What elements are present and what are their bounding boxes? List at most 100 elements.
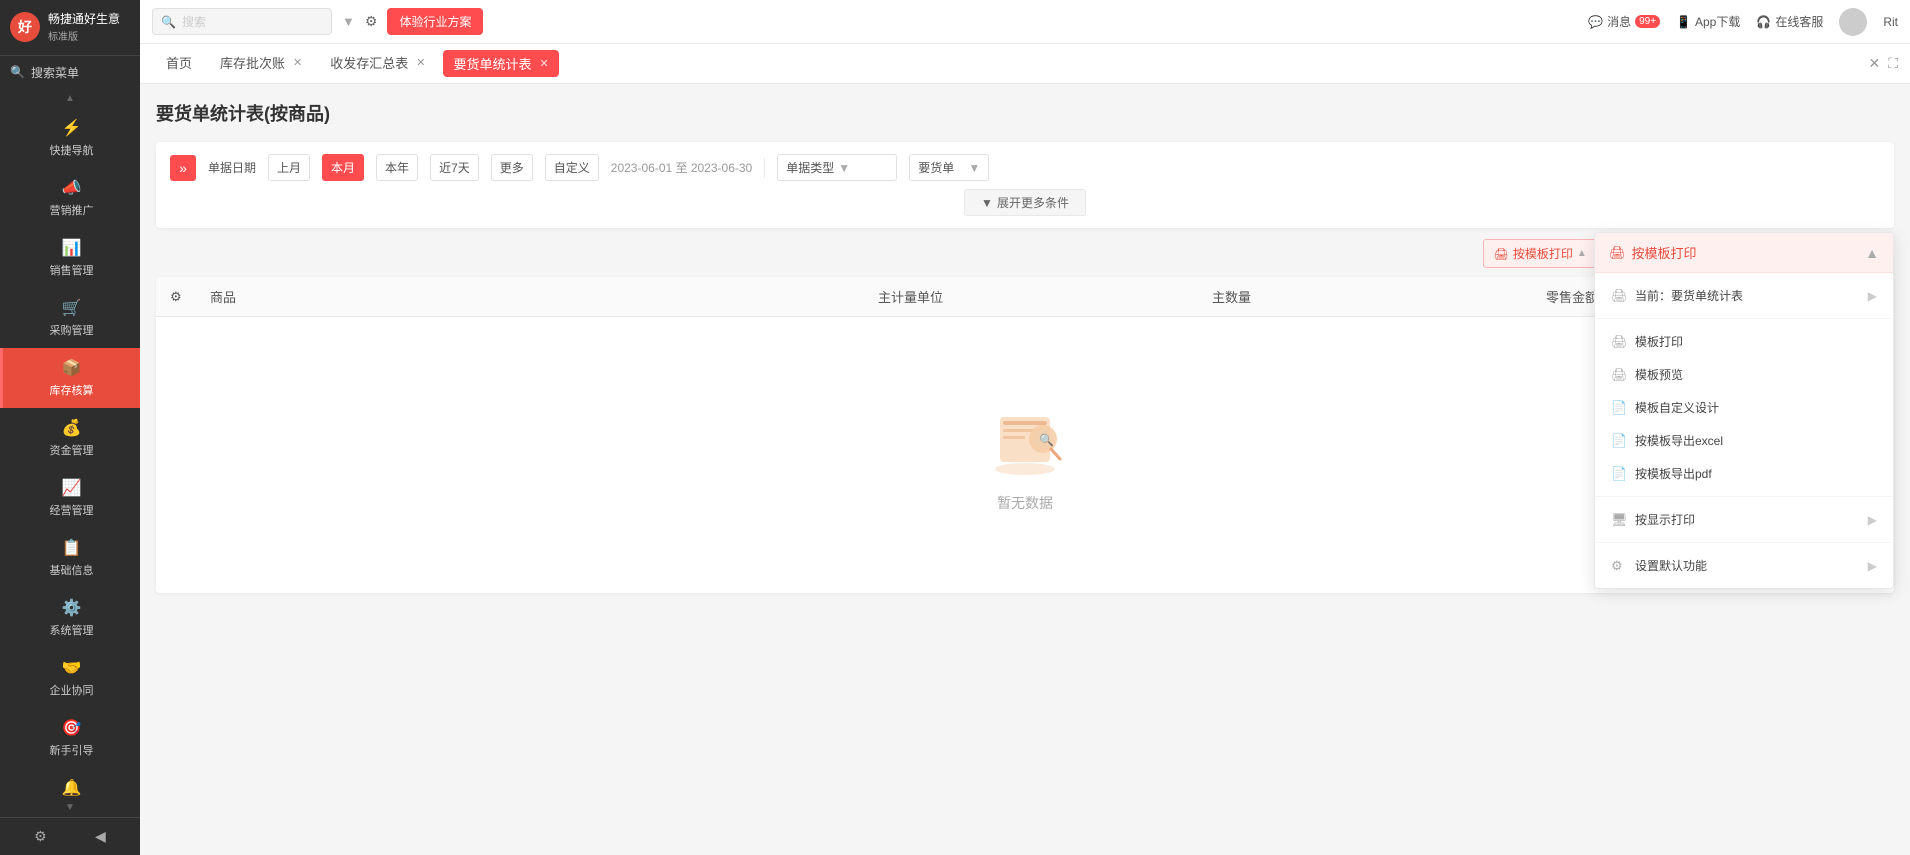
app-download-icon: 📱 [1676, 15, 1691, 29]
svg-text:🔍: 🔍 [1039, 432, 1054, 447]
dropdown-display-print[interactable]: 🖥 按显示打印 ▶ [1595, 503, 1893, 536]
sidebar-item-basic-info[interactable]: 📋 基础信息 [0, 528, 140, 588]
tab-order-stats[interactable]: 要货单统计表 ✕ [443, 50, 558, 77]
export-excel-icon: 📄 [1611, 433, 1627, 449]
tab-close-batch[interactable]: ✕ [293, 56, 302, 69]
date-this-month-btn[interactable]: 本月 [322, 154, 364, 181]
date-this-year-btn[interactable]: 本年 [376, 154, 418, 181]
sidebar-item-sales[interactable]: 📊 销售管理 [0, 228, 140, 288]
dropdown-template-preview[interactable]: 🖨 模板预览 [1595, 358, 1893, 391]
marketing-icon: 📣 [62, 178, 82, 198]
expand-more-row: ▼ 展开更多条件 [170, 189, 1880, 216]
tab-close-all-btn[interactable]: ✕ [1868, 55, 1880, 72]
sidebar-item-guide[interactable]: 🎯 新手引导 [0, 708, 140, 768]
th-qty: 主数量 [1212, 287, 1546, 306]
order-type-arrow-icon: ▼ [838, 161, 850, 175]
dropdown-section-templates: 🖨 模板打印 🖨 模板预览 📄 模板自定义设计 📄 按模板导出excel 📄 [1595, 319, 1893, 497]
tab-receipt-summary[interactable]: 收发存汇总表 ✕ [316, 45, 439, 82]
main-content: 🔍 搜索 ▼ ⚙ 体验行业方案 💬 消息 99+ 📱 App下载 🎧 在线客服 … [140, 0, 1910, 855]
trial-button[interactable]: 体验行业方案 [387, 8, 483, 35]
order-type-select[interactable]: 单据类型 ▼ [777, 154, 897, 181]
order-dest-arrow-icon: ▼ [968, 161, 980, 175]
online-service-action[interactable]: 🎧 在线客服 [1756, 13, 1823, 30]
sidebar-item-app-center[interactable]: 🔔 应用中心 [0, 768, 140, 798]
th-unit: 主计量单位 [878, 287, 1212, 306]
sidebar-item-marketing[interactable]: 📣 营销推广 [0, 168, 140, 228]
template-print-icon: 🖨 [1611, 334, 1627, 350]
enterprise-icon: 🤝 [62, 658, 82, 678]
tab-home[interactable]: 首页 [152, 45, 206, 82]
sidebar-nav: ⚡ 快捷导航 📣 营销推广 📊 销售管理 🛒 采购管理 📦 库存核算 💰 资金管… [0, 108, 140, 798]
topbar-dropdown-icon[interactable]: ▼ [342, 14, 355, 29]
tab-maximize-btn[interactable]: ⛶ [1888, 55, 1898, 72]
date-last-month-btn[interactable]: 上月 [268, 154, 310, 181]
filter-row: » 单据日期 上月 本月 本年 近7天 更多 自定义 2023-06-01 至 … [170, 154, 1880, 181]
sidebar-item-purchase[interactable]: 🛒 采购管理 [0, 288, 140, 348]
tab-close-receipt[interactable]: ✕ [416, 56, 425, 69]
dropdown-close-btn[interactable]: ▲ [1865, 245, 1879, 261]
empty-icon: 🔍 [975, 397, 1075, 477]
template-custom-icon: 📄 [1611, 400, 1627, 416]
dropdown-export-excel[interactable]: 📄 按模板导出excel [1595, 424, 1893, 457]
message-icon: 💬 [1588, 15, 1603, 29]
expand-more-btn[interactable]: ▼ 展开更多条件 [964, 189, 1086, 216]
topbar-gear-icon[interactable]: ⚙ [365, 13, 378, 30]
topbar: 🔍 搜索 ▼ ⚙ 体验行业方案 💬 消息 99+ 📱 App下载 🎧 在线客服 … [140, 0, 1910, 44]
dropdown-template-custom[interactable]: 📄 模板自定义设计 [1595, 391, 1893, 424]
settings-bottom-btn[interactable]: ⚙ [34, 828, 47, 845]
tab-close-order-stats[interactable]: ✕ [540, 57, 549, 70]
order-dest-select[interactable]: 要货单 ▼ [909, 154, 989, 181]
sidebar-item-finance[interactable]: 💰 资金管理 [0, 408, 140, 468]
dropdown-printer-icon: 🖨 [1609, 245, 1626, 261]
sidebar-item-system[interactable]: ⚙️ 系统管理 [0, 588, 140, 648]
sidebar-item-enterprise[interactable]: 🤝 企业协同 [0, 648, 140, 708]
operations-icon: 📈 [62, 478, 82, 498]
system-icon: ⚙️ [62, 598, 82, 618]
tabs-controls: ✕ ⛶ [1868, 55, 1898, 72]
search-icon: 🔍 [10, 65, 25, 79]
logo-icon: 好 [10, 12, 40, 42]
dropdown-export-pdf[interactable]: 📄 按模板导出pdf [1595, 457, 1893, 490]
app-logo: 好 畅捷通好生意 标准版 [0, 0, 140, 56]
dropdown-template-print[interactable]: 🖨 模板打印 [1595, 325, 1893, 358]
dropdown-current-template[interactable]: 🖨 当前：要货单统计表 ▶ [1595, 279, 1893, 312]
dropdown-title: 🖨 按模板打印 [1609, 243, 1697, 262]
message-action[interactable]: 💬 消息 99+ [1588, 13, 1660, 30]
printer-icon: 🖨 [1494, 247, 1509, 261]
print-template-btn[interactable]: 🖨 按模板打印 ▲ [1483, 239, 1598, 268]
sidebar-search[interactable]: 🔍 搜索菜单 [0, 56, 140, 89]
date-more-btn[interactable]: 更多 [491, 154, 533, 181]
topbar-search[interactable]: 🔍 搜索 [152, 8, 332, 35]
sidebar-item-operations[interactable]: 📈 经营管理 [0, 468, 140, 528]
finance-icon: 💰 [62, 418, 82, 438]
display-print-icon: 🖥 [1611, 512, 1627, 528]
display-arrow-icon: ▶ [1868, 513, 1877, 527]
tab-batch-account[interactable]: 库存批次账 ✕ [206, 45, 316, 82]
sidebar-item-quick-nav[interactable]: ⚡ 快捷导航 [0, 108, 140, 168]
user-avatar[interactable] [1839, 8, 1867, 36]
topbar-actions: 💬 消息 99+ 📱 App下载 🎧 在线客服 Rit [1588, 8, 1898, 36]
sidebar-item-inventory[interactable]: 📦 库存核算 [0, 348, 140, 408]
sidebar-scroll-up[interactable]: ▲ [0, 89, 140, 108]
empty-text: 暂无数据 [997, 493, 1053, 513]
sidebar-scroll-down[interactable]: ▼ [0, 798, 140, 817]
purchase-icon: 🛒 [62, 298, 82, 318]
message-badge: 99+ [1635, 15, 1660, 28]
th-goods: 商品 [210, 287, 878, 306]
inventory-icon: 📦 [62, 358, 82, 378]
page-title: 要货单统计表(按商品) [156, 100, 1894, 126]
th-settings[interactable]: ⚙ [170, 287, 210, 306]
headset-icon: 🎧 [1756, 15, 1771, 29]
filter-expand-btn[interactable]: » [170, 155, 196, 181]
app-download-action[interactable]: 📱 App下载 [1676, 13, 1740, 30]
export-pdf-icon: 📄 [1611, 466, 1627, 482]
filter-divider [764, 158, 765, 178]
gear-icon: ⚙ [170, 289, 182, 305]
collapse-sidebar-btn[interactable]: ◀ [95, 828, 106, 845]
tabs-bar: 首页 库存批次账 ✕ 收发存汇总表 ✕ 要货单统计表 ✕ ✕ ⛶ [140, 44, 1910, 84]
date-custom-btn[interactable]: 自定义 [545, 154, 599, 181]
dropdown-section-set-default: ⚙ 设置默认功能 ▶ [1595, 543, 1893, 588]
username-label: Rit [1883, 15, 1898, 29]
date-7days-btn[interactable]: 近7天 [430, 154, 479, 181]
dropdown-set-default[interactable]: ⚙ 设置默认功能 ▶ [1595, 549, 1893, 582]
